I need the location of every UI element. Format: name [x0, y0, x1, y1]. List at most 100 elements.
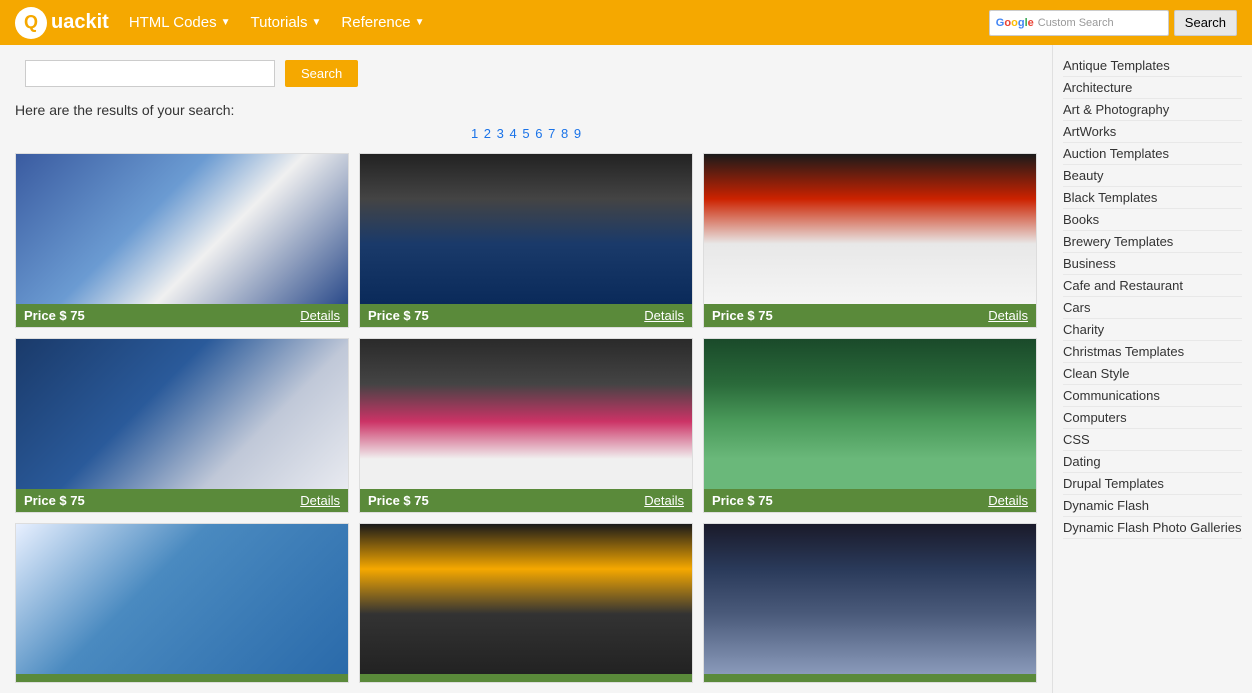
- nav-html-codes[interactable]: HTML Codes ▼: [129, 14, 231, 31]
- main-search-button[interactable]: Search: [285, 60, 358, 87]
- sidebar-item-link[interactable]: Architecture: [1063, 80, 1242, 95]
- nav-reference[interactable]: Reference ▼: [341, 14, 424, 31]
- template-footer: Price $ 75 Details: [704, 489, 1036, 512]
- template-card: [703, 523, 1037, 683]
- thumbnail-image: [16, 154, 348, 304]
- sidebar-item-link[interactable]: Books: [1063, 212, 1242, 227]
- sidebar-list-item: Antique Templates: [1063, 55, 1242, 77]
- thumbnail-image: [704, 339, 1036, 489]
- thumbnail-image: [360, 524, 692, 674]
- sidebar-item-link[interactable]: Auction Templates: [1063, 146, 1242, 161]
- thumbnail-image: [704, 524, 1036, 674]
- header-search-area: Google Custom Search Search: [989, 10, 1237, 36]
- sidebar-item-link[interactable]: Dating: [1063, 454, 1242, 469]
- template-price: Price $ 75: [712, 493, 773, 508]
- google-logo: Google: [996, 17, 1034, 29]
- template-thumbnail: [360, 154, 692, 304]
- page-link-7[interactable]: 7: [548, 126, 555, 141]
- sidebar-item-link[interactable]: Drupal Templates: [1063, 476, 1242, 491]
- sidebar-item-link[interactable]: Dynamic Flash Photo Galleries: [1063, 520, 1242, 535]
- logo[interactable]: Q uackit: [15, 7, 109, 39]
- nav-tutorials[interactable]: Tutorials ▼: [251, 14, 322, 31]
- template-footer: Price $ 75 Details: [16, 489, 348, 512]
- sidebar-list: Antique Templates Architecture Art & Photo…: [1063, 55, 1242, 539]
- template-price: Price $ 75: [368, 308, 429, 323]
- results-text: Here are the results of your search:: [15, 102, 1037, 118]
- thumbnail-image: [360, 154, 692, 304]
- sidebar-list-item: Christmas Templates: [1063, 341, 1242, 363]
- sidebar-list-item: Dynamic Flash Photo Galleries: [1063, 517, 1242, 539]
- sidebar-list-item: Drupal Templates: [1063, 473, 1242, 495]
- page-link-9[interactable]: 9: [574, 126, 581, 141]
- template-price: Price $ 75: [24, 493, 85, 508]
- sidebar-item-link[interactable]: Brewery Templates: [1063, 234, 1242, 249]
- sidebar-item-link[interactable]: Antique Templates: [1063, 58, 1242, 73]
- page-link-8[interactable]: 8: [561, 126, 568, 141]
- template-footer: Price $ 75 Details: [16, 304, 348, 327]
- template-thumbnail: [16, 524, 348, 674]
- sidebar-item-link[interactable]: Computers: [1063, 410, 1242, 425]
- sidebar-item-link[interactable]: Black Templates: [1063, 190, 1242, 205]
- sidebar-list-item: Black Templates: [1063, 187, 1242, 209]
- sidebar-list-item: Art & Photography: [1063, 99, 1242, 121]
- sidebar-item-link[interactable]: ArtWorks: [1063, 124, 1242, 139]
- template-details-link[interactable]: Details: [644, 493, 684, 508]
- sidebar-item-link[interactable]: CSS: [1063, 432, 1242, 447]
- page-link-2[interactable]: 2: [484, 126, 491, 141]
- dropdown-arrow-icon: ▼: [415, 17, 425, 28]
- search-bar-row: Search: [15, 55, 1037, 92]
- sidebar-item-link[interactable]: Dynamic Flash: [1063, 498, 1242, 513]
- template-card: Price $ 75Details: [359, 338, 693, 513]
- page-link-4[interactable]: 4: [510, 126, 517, 141]
- google-search-label: Custom Search: [1038, 17, 1114, 29]
- sidebar-item-link[interactable]: Clean Style: [1063, 366, 1242, 381]
- sidebar-item-link[interactable]: Beauty: [1063, 168, 1242, 183]
- template-grid: Price $ 75 Details Price $ 75 Details Price …: [15, 153, 1037, 683]
- template-thumbnail: [16, 154, 348, 304]
- page-link-1[interactable]: 1: [471, 126, 478, 141]
- sidebar-list-item: Dynamic Flash: [1063, 495, 1242, 517]
- sidebar-list-item: Beauty: [1063, 165, 1242, 187]
- template-details-link[interactable]: Details: [988, 308, 1028, 323]
- content-area: Search Here are the results of your sear…: [0, 45, 1052, 693]
- template-details-link[interactable]: Details: [300, 493, 340, 508]
- page-link-3[interactable]: 3: [497, 126, 504, 141]
- template-details-link[interactable]: Details: [988, 493, 1028, 508]
- google-search-box[interactable]: Google Custom Search: [989, 10, 1169, 36]
- thumbnail-image: [704, 154, 1036, 304]
- page-link-6[interactable]: 6: [535, 126, 542, 141]
- sidebar-list-item: Communications: [1063, 385, 1242, 407]
- template-footer: Price $ 75Details: [360, 489, 692, 512]
- logo-q-icon: Q: [15, 7, 47, 39]
- template-card: Price $ 75 Details: [359, 153, 693, 328]
- template-card: Price $ 75 Details: [15, 153, 349, 328]
- template-thumbnail: [360, 524, 692, 674]
- sidebar-item-link[interactable]: Charity: [1063, 322, 1242, 337]
- sidebar-list-item: CSS: [1063, 429, 1242, 451]
- sidebar-item-link[interactable]: Christmas Templates: [1063, 344, 1242, 359]
- sidebar-item-link[interactable]: Business: [1063, 256, 1242, 271]
- sidebar-list-item: Brewery Templates: [1063, 231, 1242, 253]
- template-details-link[interactable]: Details: [644, 308, 684, 323]
- sidebar-item-link[interactable]: Cafe and Restaurant: [1063, 278, 1242, 293]
- template-details-link[interactable]: Details: [300, 308, 340, 323]
- template-price: Price $ 75: [24, 308, 85, 323]
- template-footer: [16, 674, 348, 682]
- main-search-input[interactable]: [25, 60, 275, 87]
- sidebar-item-link[interactable]: Cars: [1063, 300, 1242, 315]
- sidebar: Antique Templates Architecture Art & Photo…: [1052, 45, 1252, 693]
- header: Q uackit HTML Codes ▼ Tutorials ▼ Refere…: [0, 0, 1252, 45]
- sidebar-item-link[interactable]: Communications: [1063, 388, 1242, 403]
- template-footer: Price $ 75Details: [704, 304, 1036, 327]
- template-thumbnail: [704, 339, 1036, 489]
- page-link-5[interactable]: 5: [522, 126, 529, 141]
- logo-text: uackit: [51, 11, 109, 34]
- sidebar-list-item: Cafe and Restaurant: [1063, 275, 1242, 297]
- sidebar-item-link[interactable]: Art & Photography: [1063, 102, 1242, 117]
- template-card: Price $ 75Details: [703, 153, 1037, 328]
- thumbnail-image: [16, 524, 348, 674]
- header-search-button[interactable]: Search: [1174, 10, 1237, 36]
- template-thumbnail: [704, 524, 1036, 674]
- template-footer: Price $ 75 Details: [360, 304, 692, 327]
- sidebar-list-item: ArtWorks: [1063, 121, 1242, 143]
